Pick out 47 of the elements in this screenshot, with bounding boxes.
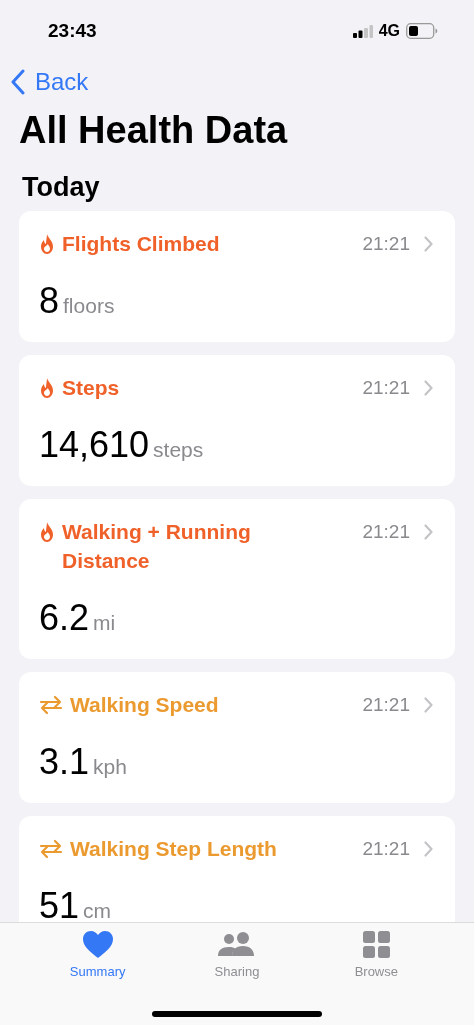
signal-icon [352, 24, 373, 38]
metric-card[interactable]: Walking Step Length 21:21 51 cm [19, 816, 455, 922]
metric-title: Walking Speed [70, 692, 219, 718]
metric-card[interactable]: Walking + Running Distance 21:21 6.2 mi [19, 499, 455, 659]
metric-value: 51 [39, 885, 80, 922]
section-heading: Today [22, 172, 101, 203]
metric-title: Walking + Running Distance [62, 519, 252, 574]
arrows-icon [39, 839, 63, 859]
metric-value: 3.1 [39, 741, 90, 783]
metric-card[interactable]: Flights Climbed 21:21 8 floors [19, 211, 455, 342]
metric-time: 21:21 [362, 376, 410, 399]
metric-card[interactable]: Steps 21:21 14,610 steps [19, 355, 455, 486]
metric-time: 21:21 [362, 693, 410, 716]
metric-value: 14,610 [39, 424, 150, 466]
metric-card[interactable]: Walking Speed 21:21 3.1 kph [19, 672, 455, 803]
flame-icon [39, 522, 55, 542]
heart-icon [82, 931, 113, 958]
metric-unit: mi [93, 611, 116, 635]
metric-unit: cm [83, 899, 112, 922]
metric-title: Walking Step Length [70, 836, 277, 862]
chevron-right-icon [424, 379, 433, 396]
chevron-right-icon [424, 696, 433, 713]
metric-unit: steps [153, 438, 204, 462]
chevron-right-icon [424, 235, 433, 252]
grid-icon [362, 931, 390, 958]
back-link[interactable]: Back [11, 66, 89, 98]
metric-title: Steps [62, 375, 120, 401]
flame-icon [39, 234, 55, 254]
tab[interactable]: Summary [47, 931, 148, 979]
chevron-right-icon [424, 523, 433, 540]
arrows-icon [39, 695, 63, 715]
metric-unit: kph [93, 755, 127, 779]
metric-title: Flights Climbed [62, 231, 220, 257]
metric-unit: floors [63, 294, 115, 318]
chevron-left-icon [11, 69, 25, 95]
metric-value: 6.2 [39, 597, 90, 639]
flame-icon [39, 378, 55, 398]
status-time: 23:43 [48, 20, 97, 42]
metric-time: 21:21 [362, 520, 410, 543]
battery-icon [406, 23, 438, 39]
network-label: 4G [378, 22, 400, 40]
metric-value: 8 [39, 280, 60, 322]
metric-time: 21:21 [362, 232, 410, 255]
chevron-right-icon [424, 840, 433, 857]
people-icon [218, 931, 256, 958]
metric-time: 21:21 [362, 837, 410, 860]
page-title: All Health Data [19, 109, 288, 152]
